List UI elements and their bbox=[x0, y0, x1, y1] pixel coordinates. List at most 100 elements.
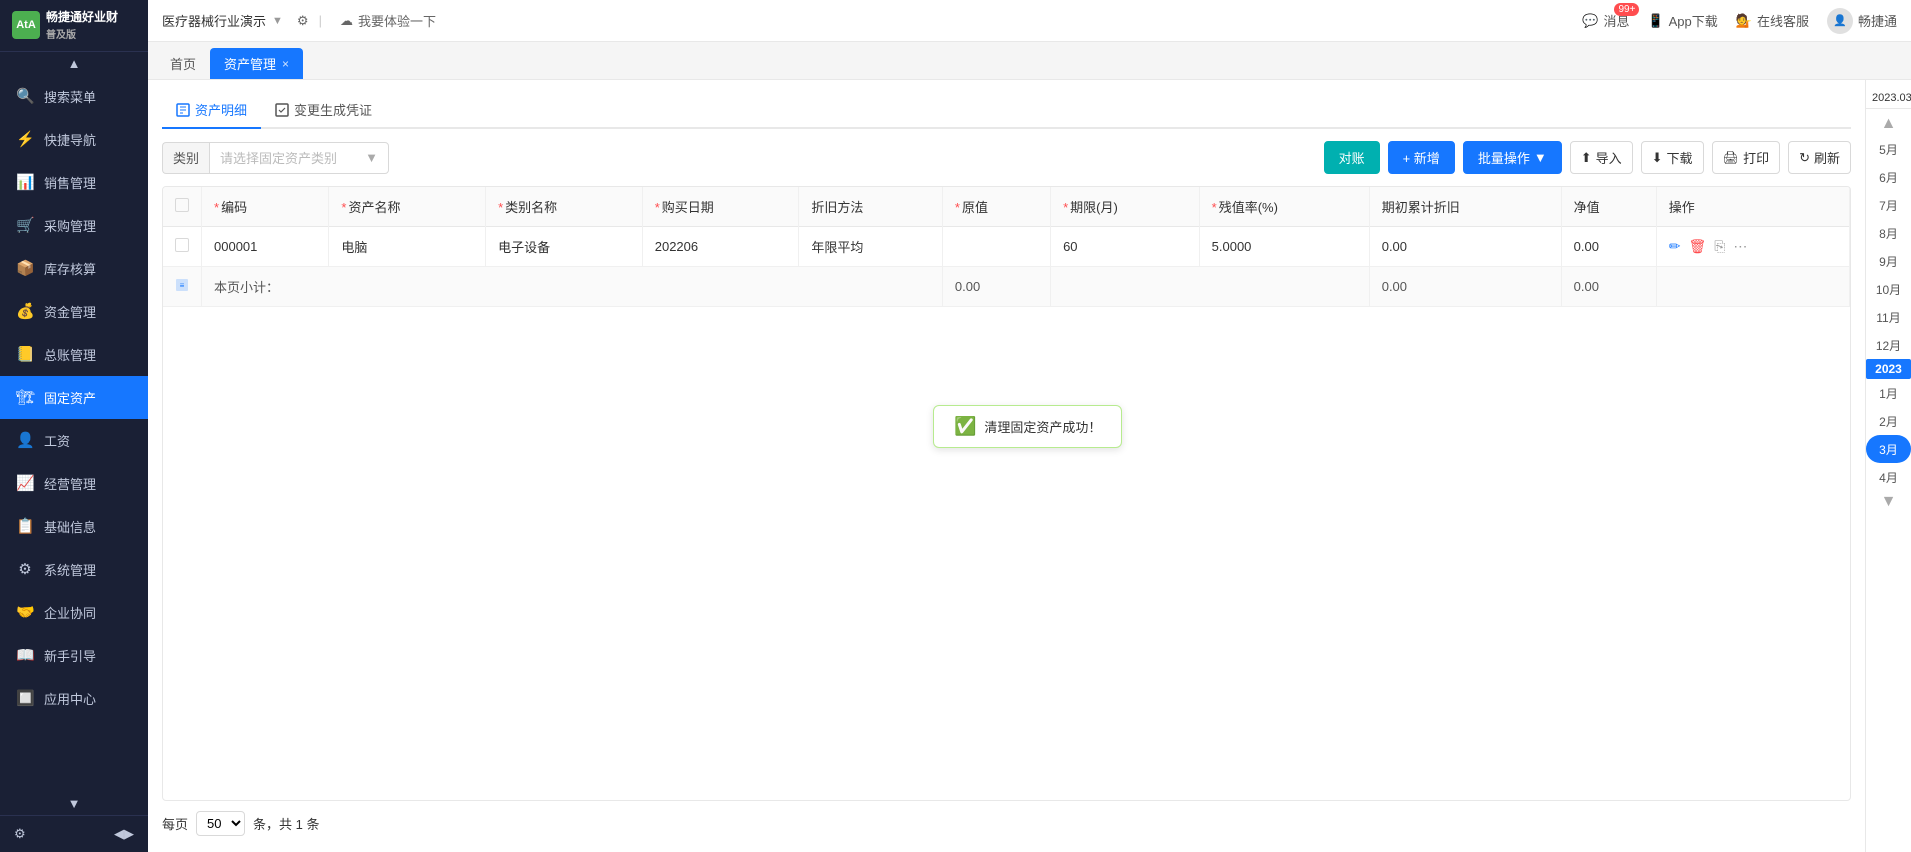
batch-operations-button[interactable]: 批量操作 ▼ bbox=[1463, 141, 1562, 174]
next-year-nav[interactable]: ▼ bbox=[1879, 491, 1899, 513]
per-page-select[interactable]: 50 bbox=[196, 811, 245, 836]
sidebar-item-fixed-assets[interactable]: 🏗 固定资产 bbox=[0, 376, 148, 419]
sidebar-item-label: 新手引导 bbox=[44, 646, 96, 665]
month-12[interactable]: 12月 bbox=[1866, 331, 1911, 359]
sidebar-item-cooperation[interactable]: 🤝 企业协同 bbox=[0, 591, 148, 634]
select-all-checkbox[interactable] bbox=[175, 198, 189, 212]
table-header-row: *编码 *资产名称 *类别名称 *购买日期 折旧方法 *原值 *期限(月) *残… bbox=[163, 187, 1850, 227]
ledger-icon: 📒 bbox=[16, 345, 34, 363]
user-menu[interactable]: 👤 畅捷通 bbox=[1827, 8, 1897, 34]
month-3[interactable]: 3月 bbox=[1866, 435, 1911, 463]
app-download-label: App下载 bbox=[1669, 11, 1718, 30]
month-10[interactable]: 10月 bbox=[1866, 275, 1911, 303]
new-button[interactable]: + 新增 bbox=[1388, 141, 1455, 174]
settings-icon[interactable]: ⚙ bbox=[14, 826, 26, 842]
category-filter-select[interactable]: 请选择固定资产类别 ▼ bbox=[209, 142, 389, 174]
sidebar-item-guide[interactable]: 📖 新手引导 bbox=[0, 634, 148, 677]
sidebar-item-payroll[interactable]: 👤 工资 bbox=[0, 419, 148, 462]
sub-tab-change-voucher-label: 变更生成凭证 bbox=[294, 100, 372, 119]
download-button[interactable]: ⬇ 下载 bbox=[1641, 141, 1704, 174]
prev-year-nav[interactable]: ▲ bbox=[1879, 113, 1899, 135]
month-2[interactable]: 2月 bbox=[1866, 407, 1911, 435]
copy-icon[interactable]: ⎘ bbox=[1714, 238, 1725, 255]
sidebar-item-ledger[interactable]: 📒 总账管理 bbox=[0, 333, 148, 376]
cell-net-value: 0.00 bbox=[1561, 227, 1656, 267]
th-name: *资产名称 bbox=[329, 187, 486, 227]
sidebar-item-system[interactable]: ⚙ 系统管理 bbox=[0, 548, 148, 591]
app-download-button[interactable]: 📱 App下载 bbox=[1647, 11, 1717, 30]
search-icon: 🔍 bbox=[16, 87, 34, 105]
sidebar-item-funds[interactable]: 💰 资金管理 bbox=[0, 290, 148, 333]
subtotal-icon: ≡ bbox=[176, 279, 188, 291]
sidebar-item-operations[interactable]: 📈 经营管理 bbox=[0, 462, 148, 505]
sidebar-item-label: 基础信息 bbox=[44, 517, 96, 536]
month-8[interactable]: 8月 bbox=[1866, 219, 1911, 247]
cell-code: 000001 bbox=[202, 227, 329, 267]
reconcile-button[interactable]: 对账 bbox=[1324, 141, 1380, 174]
month-11[interactable]: 11月 bbox=[1866, 303, 1911, 331]
sidebar-item-app-center[interactable]: 🔲 应用中心 bbox=[0, 677, 148, 720]
sidebar-item-label: 应用中心 bbox=[44, 689, 96, 708]
sidebar-scroll-down[interactable]: ▼ bbox=[0, 792, 148, 815]
collapse-icon[interactable]: ◀▶ bbox=[114, 826, 134, 842]
sidebar-item-purchase[interactable]: 🛒 采购管理 bbox=[0, 204, 148, 247]
message-button[interactable]: 💬 消息 99+ bbox=[1582, 11, 1629, 30]
sidebar-item-inventory[interactable]: 📦 库存核算 bbox=[0, 247, 148, 290]
cell-residual-rate: 5.0000 bbox=[1199, 227, 1369, 267]
sidebar-item-basic-info[interactable]: 📋 基础信息 bbox=[0, 505, 148, 548]
experience-button[interactable]: ☁ 我要体验一下 bbox=[340, 11, 436, 30]
month-6[interactable]: 6月 bbox=[1866, 163, 1911, 191]
dropdown-chevron-icon: ▼ bbox=[365, 150, 378, 165]
category-filter-label: 类别 bbox=[162, 142, 209, 174]
batch-chevron-icon: ▼ bbox=[1534, 150, 1547, 165]
subtotal-initial: 0.00 bbox=[1369, 267, 1561, 307]
sidebar-item-label: 固定资产 bbox=[44, 388, 96, 407]
basic-info-icon: 📋 bbox=[16, 517, 34, 535]
more-icon[interactable]: ⋯ bbox=[1733, 238, 1747, 255]
operations-icon: 📈 bbox=[16, 474, 34, 492]
refresh-button[interactable]: ↻ 刷新 bbox=[1788, 141, 1851, 174]
month-4[interactable]: 4月 bbox=[1866, 463, 1911, 491]
settings-gear-icon[interactable]: ⚙ bbox=[297, 13, 309, 29]
row-checkbox[interactable] bbox=[175, 238, 189, 252]
print-button[interactable]: 🖨 打印 bbox=[1712, 141, 1781, 174]
month-9[interactable]: 9月 bbox=[1866, 247, 1911, 275]
tab-home[interactable]: 首页 bbox=[160, 48, 206, 79]
edit-icon[interactable]: ✏ bbox=[1669, 238, 1681, 255]
month-7[interactable]: 7月 bbox=[1866, 191, 1911, 219]
month-1[interactable]: 1月 bbox=[1866, 379, 1911, 407]
online-service-label: 在线客服 bbox=[1757, 11, 1809, 30]
sidebar-item-label: 搜索菜单 bbox=[44, 87, 96, 106]
import-button[interactable]: ⬆ 导入 bbox=[1570, 141, 1633, 174]
purchase-icon: 🛒 bbox=[16, 216, 34, 234]
sidebar-scroll-up[interactable]: ▲ bbox=[0, 52, 148, 75]
cell-depreciation-method: 年限平均 bbox=[799, 227, 942, 267]
sidebar-item-label: 采购管理 bbox=[44, 216, 96, 235]
experience-label: 我要体验一下 bbox=[358, 11, 436, 30]
th-actions: 操作 bbox=[1656, 187, 1849, 227]
subtotal-original: 0.00 bbox=[942, 267, 1050, 307]
new-label: + 新增 bbox=[1403, 148, 1440, 167]
sidebar-item-search[interactable]: 🔍 搜索菜单 bbox=[0, 75, 148, 118]
refresh-label: 刷新 bbox=[1814, 148, 1840, 167]
th-residual-rate: *残值率(%) bbox=[1199, 187, 1369, 227]
tab-close-icon[interactable]: × bbox=[282, 57, 289, 71]
company-selector[interactable]: 医疗器械行业演示 ▼ bbox=[162, 11, 283, 30]
sidebar-bottom: ⚙ ◀▶ bbox=[0, 815, 148, 852]
success-message: 清理固定资产成功！ bbox=[984, 417, 1101, 436]
delete-icon[interactable]: 🗑 bbox=[1688, 238, 1706, 255]
online-service-button[interactable]: 💁 在线客服 bbox=[1736, 11, 1809, 30]
sidebar-item-label: 总账管理 bbox=[44, 345, 96, 364]
tab-asset-management[interactable]: 资产管理 × bbox=[210, 48, 303, 79]
sidebar-item-quick-nav[interactable]: ⚡ 快捷导航 bbox=[0, 118, 148, 161]
sidebar: AtA 畅捷通好业财 普及版 ▲ 🔍 搜索菜单 ⚡ 快捷导航 📊 销售管理 🛒 … bbox=[0, 0, 148, 852]
import-icon: ⬆ bbox=[1581, 150, 1592, 166]
th-net-value: 净值 bbox=[1561, 187, 1656, 227]
sub-tab-asset-detail[interactable]: 资产明细 bbox=[162, 92, 261, 129]
sidebar-item-label: 资金管理 bbox=[44, 302, 96, 321]
asset-detail-icon bbox=[176, 103, 190, 117]
sub-tab-change-voucher[interactable]: 变更生成凭证 bbox=[261, 92, 386, 129]
reconcile-label: 对账 bbox=[1339, 148, 1365, 167]
sidebar-item-sales[interactable]: 📊 销售管理 bbox=[0, 161, 148, 204]
month-5[interactable]: 5月 bbox=[1866, 135, 1911, 163]
